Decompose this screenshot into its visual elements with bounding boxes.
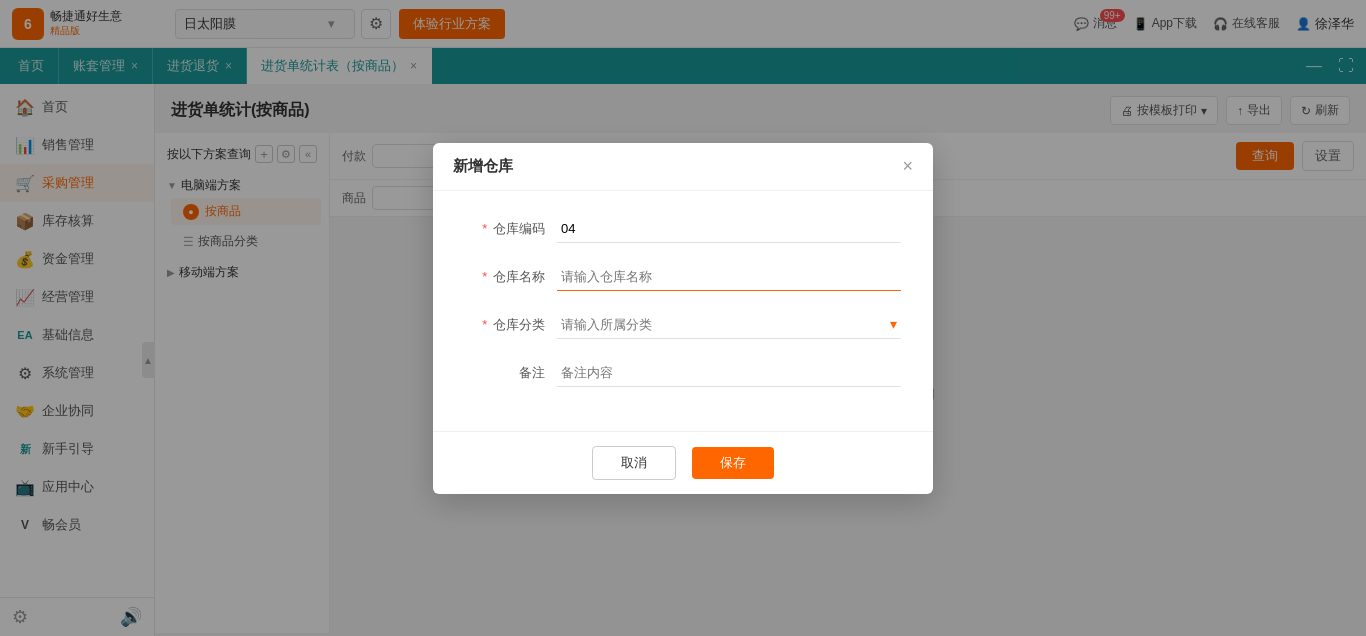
warehouse-name-input[interactable] <box>557 263 901 291</box>
warehouse-category-label: * 仓库分类 <box>465 316 545 334</box>
warehouse-category-row: * 仓库分类 ▾ <box>465 311 901 339</box>
modal-header: 新增仓库 × <box>433 143 933 191</box>
dropdown-arrow-icon: ▾ <box>890 316 897 332</box>
modal-body: * 仓库编码 * 仓库名称 * 仓库分类 <box>433 191 933 431</box>
warehouse-code-row: * 仓库编码 <box>465 215 901 243</box>
modal-overlay: 新增仓库 × * 仓库编码 * 仓库名称 <box>0 0 1366 636</box>
warehouse-note-input[interactable] <box>557 359 901 387</box>
warehouse-name-row: * 仓库名称 <box>465 263 901 291</box>
modal-close-button[interactable]: × <box>902 157 913 175</box>
add-warehouse-modal: 新增仓库 × * 仓库编码 * 仓库名称 <box>433 143 933 494</box>
cancel-button[interactable]: 取消 <box>592 446 676 480</box>
warehouse-category-wrapper: ▾ <box>557 311 901 339</box>
warehouse-note-row: 备注 <box>465 359 901 387</box>
modal-title: 新增仓库 <box>453 157 513 176</box>
warehouse-code-label: * 仓库编码 <box>465 220 545 238</box>
warehouse-name-label: * 仓库名称 <box>465 268 545 286</box>
warehouse-category-input[interactable] <box>557 311 901 338</box>
warehouse-note-label: 备注 <box>465 364 545 382</box>
modal-footer: 取消 保存 <box>433 431 933 494</box>
warehouse-code-input[interactable] <box>557 215 901 243</box>
save-button[interactable]: 保存 <box>692 447 774 479</box>
